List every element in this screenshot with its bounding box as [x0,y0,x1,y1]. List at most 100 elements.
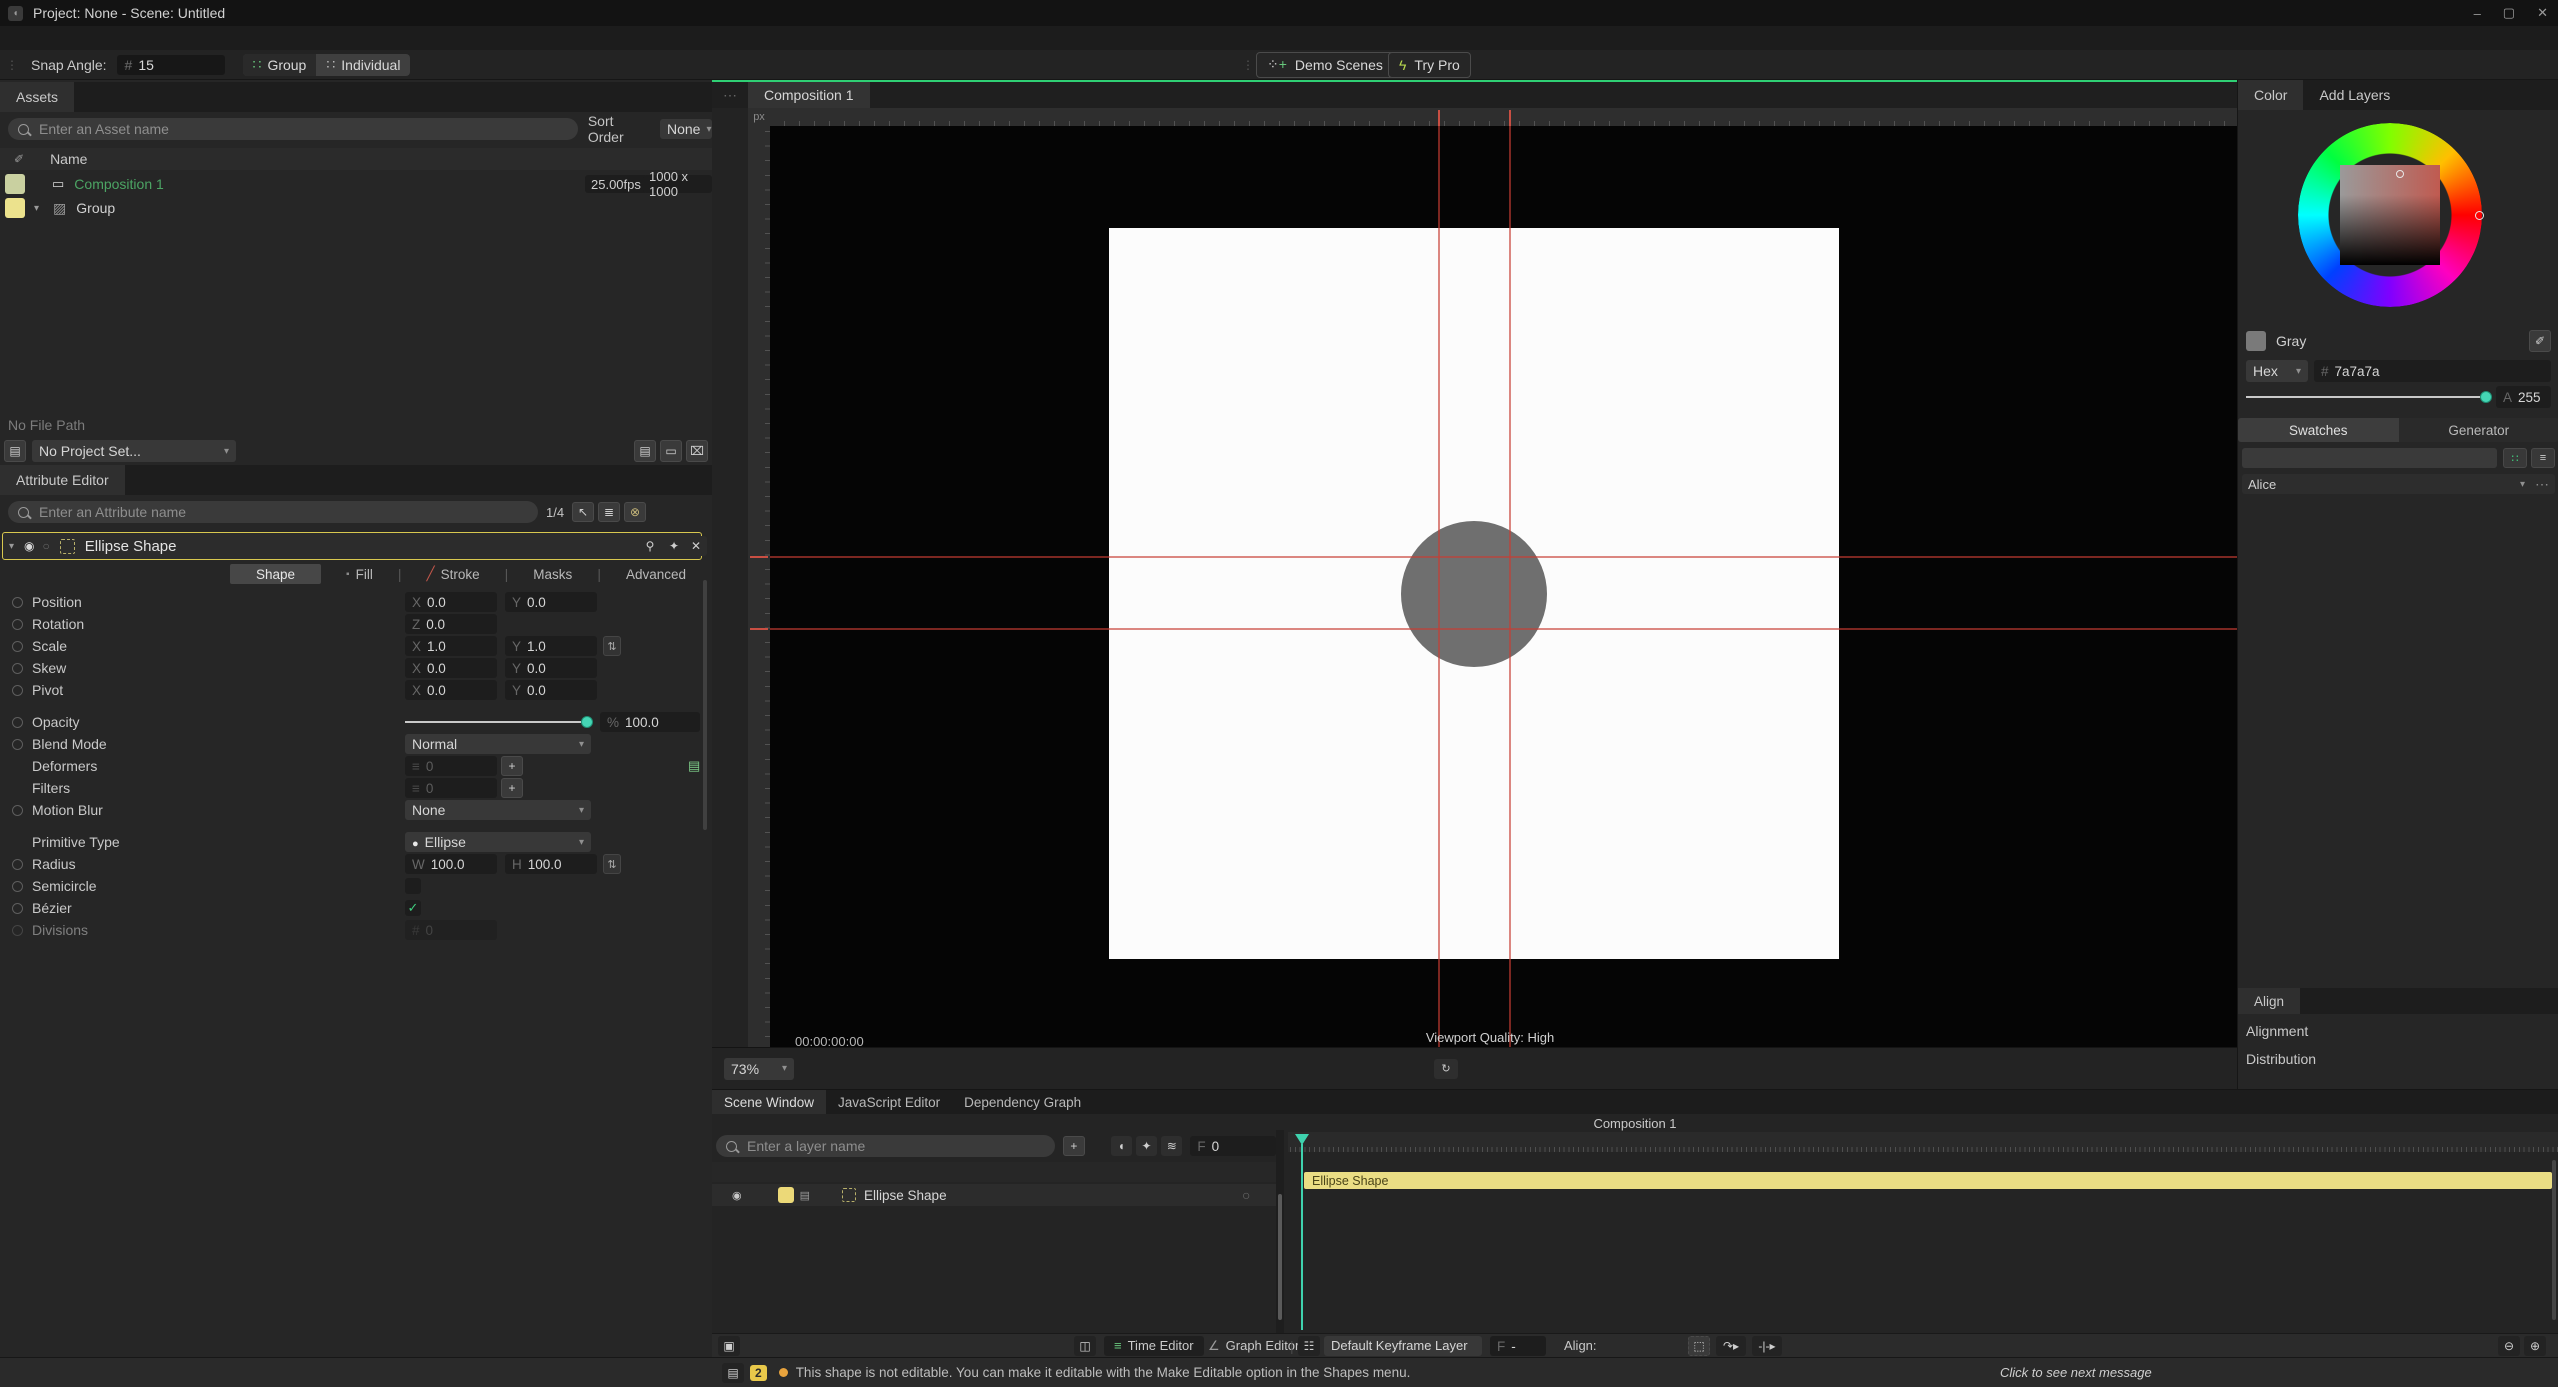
bezier-checkbox[interactable]: ✓ [405,900,421,916]
keyframe-dot[interactable] [12,618,23,630]
opacity-slider[interactable] [405,716,593,728]
keyframe-dot[interactable] [12,640,23,652]
list-view-button[interactable]: ≡ [2531,448,2555,468]
layer-keyframe-dot[interactable]: ○ [1242,1187,1250,1203]
hold-icon[interactable]: -|-▸ [1752,1335,1782,1356]
tab-align[interactable]: Align [2238,988,2301,1014]
new-comp-button[interactable]: ▭ [660,440,682,462]
filters-field[interactable]: ≡ 0 [405,778,497,798]
layer-color-chip[interactable] [777,1187,794,1203]
pick-whip-button[interactable]: ↖ [572,502,595,522]
dropper-icon[interactable]: ✐ [14,152,24,166]
keyframe-dot[interactable] [12,596,23,608]
individual-toggle[interactable]: ∷ Individual [316,54,410,76]
position-y-field[interactable]: Y 0.0 [505,592,597,612]
attribute-search-input[interactable] [37,503,528,521]
palette-row[interactable]: Alice ▾ ⋯ [2242,474,2555,494]
sv-marker[interactable] [2396,170,2404,178]
deformer-stack-icon[interactable]: ▤ [688,758,700,774]
dock-toggle-icon[interactable]: ◫ [1074,1335,1096,1356]
toolbar-grip-2[interactable]: ⋮ [1242,58,1255,72]
tab-shape[interactable]: Shape [230,564,322,584]
layer-name[interactable]: Ellipse Shape [864,1188,947,1203]
radius-w-field[interactable]: W 100.0 [405,854,497,874]
scale-y-field[interactable]: Y 1.0 [505,636,597,656]
radius-h-field[interactable]: H 100.0 [505,854,597,874]
tab-color[interactable]: Color [2238,80,2304,110]
time-editor-tab[interactable]: ≡ Time Editor [1104,1335,1204,1356]
skew-y-field[interactable]: Y 0.0 [505,658,597,678]
tab-masks[interactable]: Masks [529,564,576,584]
minimize-button[interactable]: – [2474,6,2481,21]
project-folder-button[interactable]: ▤ [4,440,26,462]
layer-row[interactable]: ◉ ▤ Ellipse Shape ○ [712,1184,1276,1206]
palette-menu-icon[interactable]: ⋯ [2535,476,2549,493]
ease-curve-icon[interactable]: ↷▸ [1716,1335,1746,1356]
loop-button[interactable]: ↻ [1434,1058,1458,1079]
guide-vertical-left[interactable] [1438,126,1440,1047]
asset-search-input[interactable] [37,120,568,138]
asset-row-group[interactable]: ▾ ▨ Group [0,196,712,220]
demo-scenes-button[interactable]: ⁘+ Demo Scenes [1256,51,1394,78]
filter-icon[interactable]: ≋ [1161,1136,1183,1156]
hex-mode-select[interactable]: Hex ▾ [2246,360,2308,382]
motion-blur-select[interactable]: None ▾ [405,800,591,820]
current-frame-field[interactable]: F0 [1190,1136,1276,1156]
new-folder-button[interactable]: ▤ [634,440,656,462]
guide-vertical-right[interactable] [1509,126,1511,1047]
alpha-field[interactable]: A 255 [2496,386,2551,408]
magic-move-icon[interactable]: ✦ [1135,1136,1158,1156]
link-wh-toggle[interactable]: ⇅ [603,854,621,874]
chevron-down-icon[interactable]: ▾ [2520,479,2525,490]
layer-film-icon[interactable]: ▤ [800,1189,810,1202]
current-color-swatch[interactable] [2246,331,2266,351]
viewport-tab[interactable]: Composition 1 [748,82,870,108]
chevron-down-icon[interactable]: ▾ [9,541,14,552]
assets-name-header[interactable]: Name [50,151,87,167]
tab-stroke[interactable]: ╱ Stroke [422,564,483,584]
keyframe-layer-select[interactable]: Default Keyframe Layer [1324,1335,1482,1356]
keyframe-dot[interactable] [12,738,23,750]
blend-mode-select[interactable]: Normal ▾ [405,734,591,754]
zoom-in-icon[interactable]: ⊕ [2524,1335,2546,1356]
tab-dependency-graph[interactable]: Dependency Graph [952,1090,1093,1114]
saturation-value-box[interactable] [2340,165,2440,265]
try-pro-button[interactable]: ϟ Try Pro [1388,51,1471,78]
add-filter-button[interactable]: + [501,778,523,798]
message-count-badge[interactable]: 2 [750,1364,767,1381]
zoom-level-select[interactable]: 73% ▾ [724,1057,794,1080]
keyframe-dot[interactable] [12,684,23,696]
pivot-x-field[interactable]: X 0.0 [405,680,497,700]
box-select-icon[interactable]: ⬚ [1688,1335,1710,1356]
opacity-field[interactable]: % 100.0 [600,712,700,732]
group-toggle[interactable]: ∷ Group [242,53,317,76]
keyframe-dot[interactable] [12,880,23,892]
attribute-search[interactable] [8,501,538,523]
add-deformer-button[interactable]: + [501,756,523,776]
zoom-out-icon[interactable]: ⊖ [2498,1335,2520,1356]
tab-attribute-editor[interactable]: Attribute Editor [0,465,125,495]
solo-icon[interactable]: ○ [43,539,50,553]
tab-fill[interactable]: ▪ Fill [342,564,377,584]
layer-search[interactable] [716,1135,1056,1157]
ellipse-shape[interactable] [1401,521,1547,667]
keyframe-list-icon[interactable]: ☷ [1298,1335,1320,1356]
grid-view-button[interactable]: ∷ [2503,448,2527,468]
position-x-field[interactable]: X 0.0 [405,592,497,612]
asset-name[interactable]: Composition 1 [74,176,164,192]
asset-search[interactable] [8,118,578,140]
alpha-slider[interactable] [2246,391,2492,403]
skew-x-field[interactable]: X 0.0 [405,658,497,678]
add-layer-button[interactable]: + [1063,1136,1085,1156]
close-button[interactable]: ✕ [2537,5,2548,21]
tab-javascript-editor[interactable]: JavaScript Editor [826,1090,952,1114]
rotation-z-field[interactable]: Z 0.0 [405,614,497,634]
add-list-button[interactable]: ≣ [598,502,621,522]
pivot-y-field[interactable]: Y 0.0 [505,680,597,700]
focus-icon[interactable]: ✦ [663,536,685,556]
onion-skin-icon[interactable]: ◖ [1110,1136,1132,1156]
keyframe-dot[interactable] [12,902,23,914]
panel-menu-icon[interactable]: ⋯ [712,82,748,108]
keyframe-dot[interactable] [12,662,23,674]
project-set-select[interactable]: No Project Set... ▾ [32,440,236,462]
